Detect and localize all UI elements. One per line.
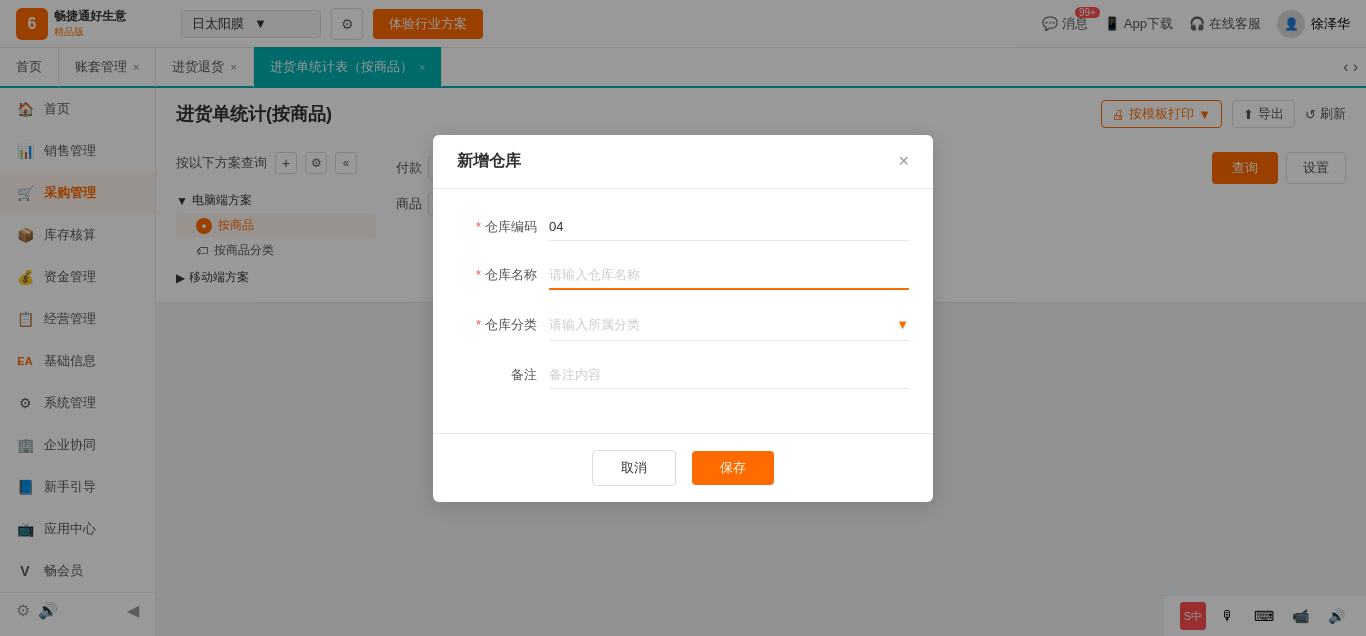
new-warehouse-modal: 新增仓库 × 仓库编码 仓库名称 仓库分类 请输入所属分类 ▼ bbox=[433, 135, 933, 502]
cancel-button[interactable]: 取消 bbox=[592, 450, 676, 486]
modal-header: 新增仓库 × bbox=[433, 135, 933, 189]
form-row-name: 仓库名称 bbox=[457, 261, 909, 290]
warehouse-remark-input[interactable] bbox=[549, 361, 909, 389]
save-button[interactable]: 保存 bbox=[692, 451, 774, 485]
modal-overlay: 新增仓库 × 仓库编码 仓库名称 仓库分类 请输入所属分类 ▼ bbox=[0, 0, 1366, 636]
form-row-category: 仓库分类 请输入所属分类 ▼ bbox=[457, 310, 909, 341]
form-row-remark: 备注 bbox=[457, 361, 909, 389]
modal-close-button[interactable]: × bbox=[898, 151, 909, 172]
warehouse-category-select[interactable]: 请输入所属分类 ▼ bbox=[549, 310, 909, 341]
category-chevron-icon: ▼ bbox=[896, 317, 909, 332]
code-label: 仓库编码 bbox=[457, 218, 537, 236]
category-label: 仓库分类 bbox=[457, 316, 537, 334]
modal-footer: 取消 保存 bbox=[433, 433, 933, 502]
category-placeholder: 请输入所属分类 bbox=[549, 316, 640, 334]
modal-title: 新增仓库 bbox=[457, 151, 521, 172]
warehouse-name-input[interactable] bbox=[549, 261, 909, 290]
name-label: 仓库名称 bbox=[457, 266, 537, 284]
warehouse-code-input[interactable] bbox=[549, 213, 909, 241]
modal-body: 仓库编码 仓库名称 仓库分类 请输入所属分类 ▼ 备注 bbox=[433, 189, 933, 433]
form-row-code: 仓库编码 bbox=[457, 213, 909, 241]
remark-label: 备注 bbox=[457, 366, 537, 384]
